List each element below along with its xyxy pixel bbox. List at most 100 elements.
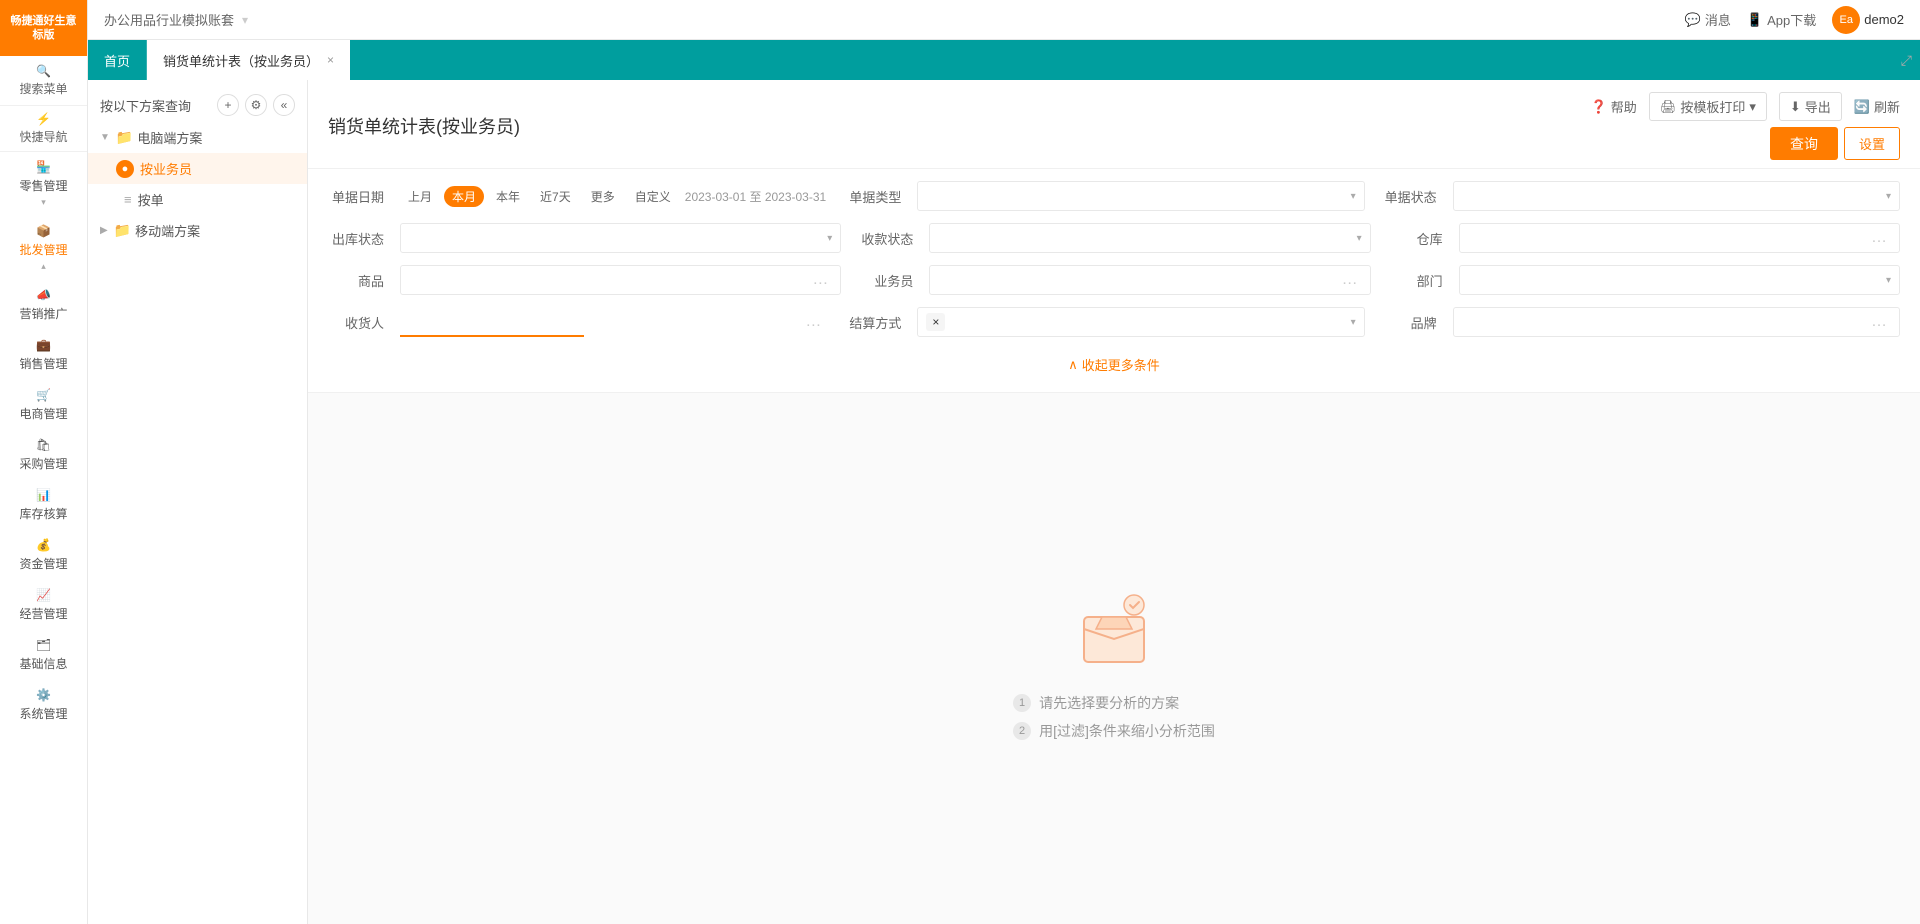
sidebar-item-operations[interactable]: 📈 经营管理 (0, 580, 87, 630)
brand-dots-icon[interactable]: … (1867, 313, 1891, 331)
warehouse-dots-icon[interactable]: … (1867, 229, 1891, 247)
tab-close-icon[interactable]: × (327, 53, 334, 67)
tab-active-sales[interactable]: 销货单统计表（按业务员） × (147, 40, 350, 80)
tab-bar: 首页 销货单统计表（按业务员） × ⤢ (88, 40, 1920, 80)
tree-by-salesperson-label: 按业务员 (140, 159, 192, 178)
gear-icon: ⚙ (251, 98, 262, 112)
avatar-text: Ea (1840, 14, 1853, 26)
doc-status-select[interactable]: ▾ (1453, 181, 1900, 211)
dept-select[interactable]: ▾ (1459, 265, 1900, 295)
export-icon: ⬇ (1790, 99, 1801, 115)
tree-desktop-section[interactable]: ▼ 📁 电脑端方案 (88, 122, 307, 153)
user-profile[interactable]: Ea demo2 (1832, 6, 1904, 34)
collapse-panel-button[interactable]: « (273, 94, 295, 116)
ecommerce-icon: 🛒 (36, 388, 51, 402)
warehouse-input[interactable]: … (1459, 223, 1900, 253)
refresh-button[interactable]: 🔄 刷新 (1854, 97, 1900, 116)
date-tab-7days[interactable]: 近7天 (532, 186, 579, 207)
sidebar-item-inventory[interactable]: 📊 库存核算 (0, 480, 87, 530)
query-button[interactable]: 查询 (1770, 127, 1838, 160)
date-tab-this-month[interactable]: 本月 (444, 186, 484, 207)
top-header: 办公用品行业模拟账套 ▾ 💬 消息 📱 App下载 Ea demo2 (88, 0, 1920, 40)
payment-arrow-icon: ▾ (1351, 317, 1356, 328)
filter-row-1: 单据日期 上月 本月 本年 近7天 更多 自定义 2023-03-01 至 20… (328, 181, 1900, 211)
receipt-status-select[interactable]: ▾ (929, 223, 1370, 253)
sidebar-item-label-wholesale: 批发管理 (19, 241, 67, 258)
date-filter-control: 上月 本月 本年 近7天 更多 自定义 2023-03-01 至 2023-03… (400, 186, 829, 207)
sidebar-item-wholesale[interactable]: 📦 批发管理 ▴ (0, 216, 87, 280)
tree-by-salesperson[interactable]: ● 按业务员 (88, 153, 307, 184)
folder-icon: 📁 (116, 129, 133, 146)
collapse-icon: « (281, 98, 288, 112)
maximize-icon[interactable]: ⤢ (1893, 52, 1920, 69)
sales-icon: 💼 (36, 338, 51, 352)
sidebar-item-basics[interactable]: 🗂 基础信息 (0, 630, 87, 680)
settings-button[interactable]: 设置 (1844, 127, 1900, 160)
sidebar-item-retail[interactable]: 🏪 零售管理 ▾ (0, 152, 87, 216)
add-scheme-button[interactable]: + (217, 94, 239, 116)
print-icon: 🖨 (1660, 99, 1677, 115)
date-tab-last-month[interactable]: 上月 (400, 186, 440, 207)
sidebar-item-label-purchase: 采购管理 (19, 455, 67, 472)
system-icon: ⚙️ (36, 688, 51, 702)
sidebar-item-ecommerce[interactable]: 🛒 电商管理 (0, 380, 87, 430)
purchase-icon: 🛍 (36, 438, 51, 452)
badge-icon: ● (122, 163, 129, 175)
chevron-down-icon: ▾ (41, 197, 46, 208)
tree-mobile-section[interactable]: ▶ 📁 移动端方案 (88, 215, 307, 246)
sidebar-item-label-basics: 基础信息 (19, 655, 67, 672)
settings-scheme-button[interactable]: ⚙ (245, 94, 267, 116)
left-panel: 按以下方案查询 + ⚙ « ▼ 📁 电脑端方案 (88, 80, 308, 924)
search-menu[interactable]: 🔍 搜索菜单 (0, 56, 87, 106)
out-status-select[interactable]: ▾ (400, 223, 841, 253)
collapse-filters-button[interactable]: ∧ 收起更多条件 (328, 349, 1900, 380)
home-tab-label: 首页 (104, 51, 130, 70)
message-label: 消息 (1705, 10, 1731, 29)
payment-tag-close[interactable]: × (932, 315, 939, 329)
sidebar-item-marketing[interactable]: 📣 营销推广 (0, 280, 87, 330)
salesperson-input[interactable]: … (929, 265, 1370, 295)
dept-label: 部门 (1387, 271, 1443, 290)
doc-type-select[interactable]: ▾ (917, 181, 1364, 211)
active-tab-label: 销货单统计表（按业务员） (163, 51, 319, 70)
tab-bar-right: ⤢ (1893, 52, 1920, 69)
message-icon: 💬 (1685, 12, 1701, 28)
tree-by-order[interactable]: ≡ 按单 (88, 184, 307, 215)
sidebar-item-sales[interactable]: 💼 销售管理 (0, 330, 87, 380)
date-tab-this-year[interactable]: 本年 (488, 186, 528, 207)
consignee-input[interactable] (400, 307, 584, 337)
refresh-label: 刷新 (1874, 97, 1900, 116)
app-download-button[interactable]: 📱 App下载 (1747, 10, 1816, 29)
goods-input[interactable]: … (400, 265, 841, 295)
consignee-dots-icon[interactable]: … (801, 313, 825, 331)
export-button[interactable]: ⬇ 导出 (1779, 92, 1842, 121)
finance-icon: 💰 (36, 538, 51, 552)
tree-desktop-label: 电脑端方案 (137, 128, 202, 147)
tab-home[interactable]: 首页 (88, 40, 147, 80)
logo-subtext: 标版 (33, 28, 55, 42)
date-tab-more[interactable]: 更多 (583, 186, 623, 207)
content-area: 1 请先选择要分析的方案 2 用[过滤]条件来缩小分析范围 (308, 393, 1920, 924)
brand-input[interactable]: … (1453, 307, 1900, 337)
filter-row-3: 商品 … 业务员 … 部门 ▾ (328, 265, 1900, 295)
goods-dots-icon[interactable]: … (808, 271, 832, 289)
page-title-bar: 销货单统计表(按业务员) ❓ 帮助 🖨 按模板打印 ▾ ⬇ (308, 80, 1920, 169)
print-button[interactable]: 🖨 按模板打印 ▾ (1649, 92, 1767, 121)
left-panel-header: 按以下方案查询 + ⚙ « (88, 88, 307, 122)
sidebar-item-finance[interactable]: 💰 资金管理 (0, 530, 87, 580)
retail-icon: 🏪 (36, 160, 51, 174)
salesperson-dots-icon[interactable]: … (1338, 271, 1362, 289)
tip-text-1: 请先选择要分析的方案 (1039, 693, 1179, 713)
date-tab-custom[interactable]: 自定义 (627, 186, 679, 207)
message-button[interactable]: 💬 消息 (1685, 10, 1731, 29)
tree-expand-arrow: ▼ (100, 132, 110, 143)
collapse-label: 收起更多条件 (1082, 355, 1160, 374)
basics-icon: 🗂 (36, 638, 51, 652)
tip-text-2: 用[过滤]条件来缩小分析范围 (1039, 721, 1215, 741)
quick-nav[interactable]: ⚡ 快捷导航 (0, 106, 87, 152)
payment-select[interactable]: × ▾ (917, 307, 1364, 337)
help-button[interactable]: ❓ 帮助 (1591, 97, 1637, 116)
sidebar-item-purchase[interactable]: 🛍 采购管理 (0, 430, 87, 480)
sidebar-item-system[interactable]: ⚙️ 系统管理 (0, 680, 87, 730)
active-scheme-badge: ● (116, 160, 134, 178)
